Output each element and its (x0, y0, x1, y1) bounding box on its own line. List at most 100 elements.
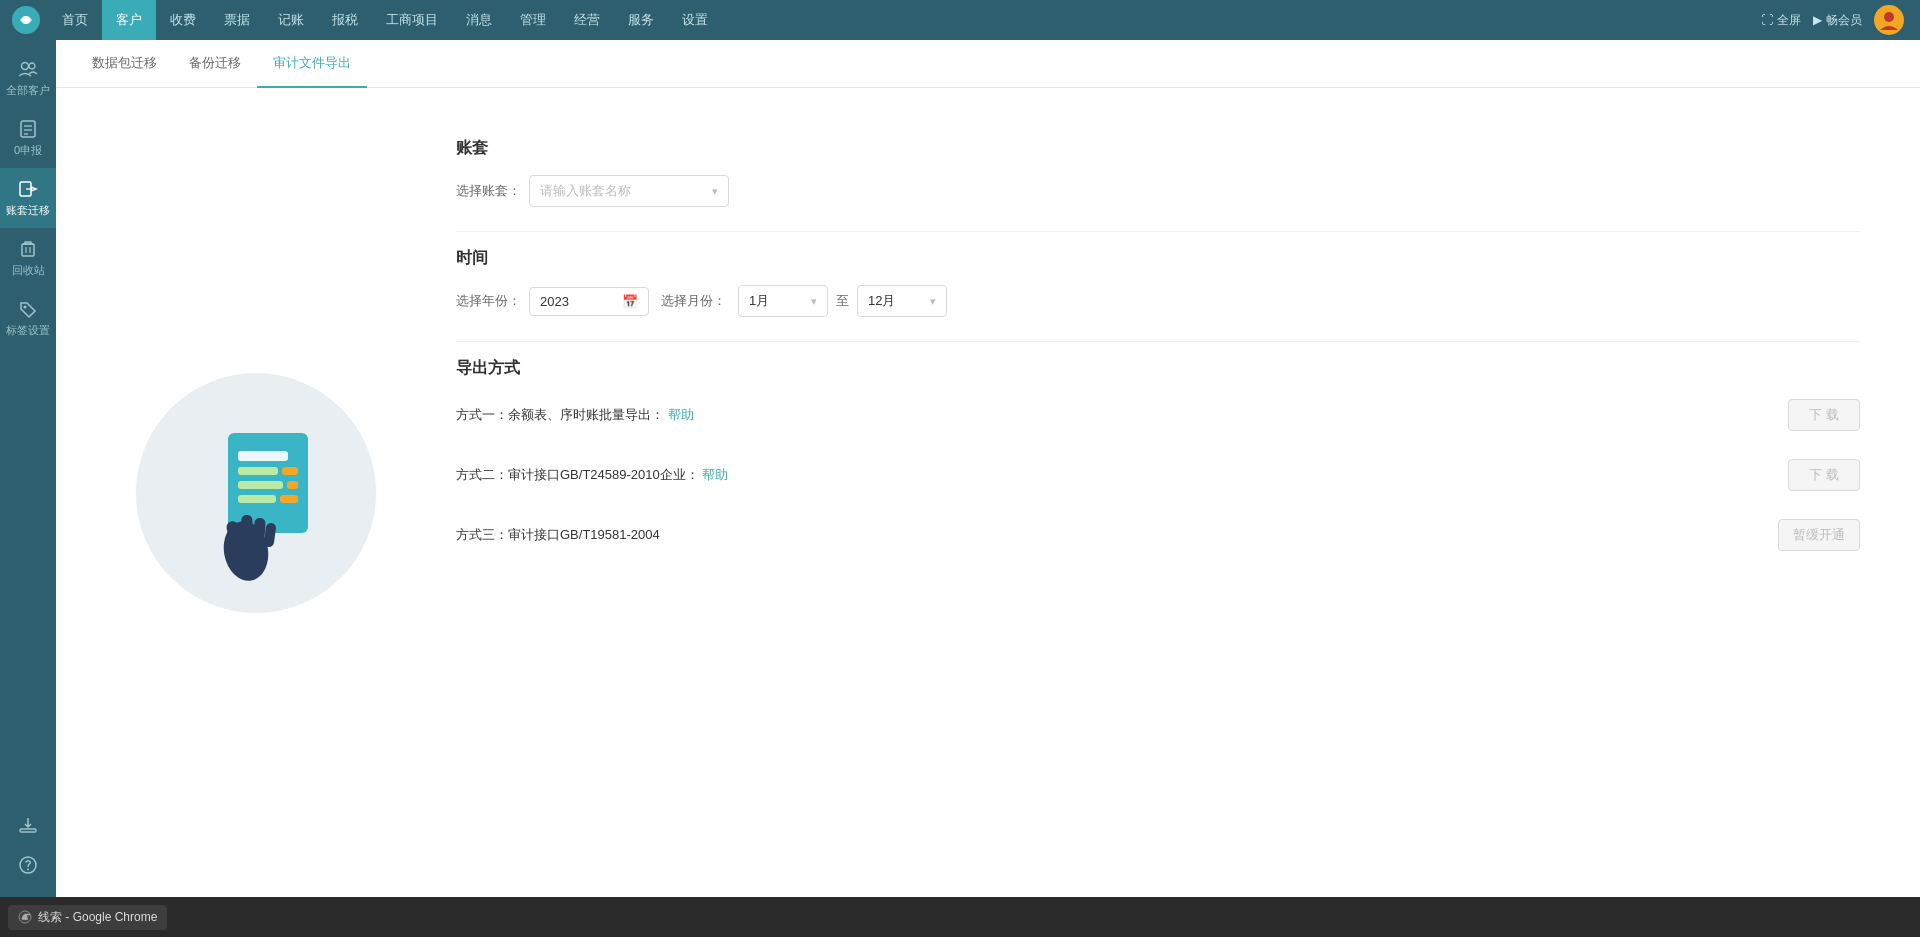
sidebar-download-button[interactable] (0, 805, 56, 845)
svg-point-17 (27, 869, 29, 871)
method-row-3: 方式三：审计接口GB/T19581-2004 暂缓开通 (456, 519, 1860, 551)
sidebar-label-zero-report: 0申报 (14, 143, 42, 158)
tab-data-migration[interactable]: 数据包迁移 (76, 40, 173, 88)
account-select-label: 选择账套： (456, 182, 521, 200)
method-1-help-link[interactable]: 帮助 (668, 407, 694, 422)
svg-rect-29 (253, 517, 265, 546)
sidebar: 全部客户 0申报 账套迁移 (0, 40, 56, 897)
method-3-label: 方式三：审计接口GB/T19581-2004 (456, 526, 1778, 544)
svg-point-14 (24, 306, 27, 309)
nav-settings[interactable]: 设置 (668, 0, 722, 40)
to-text: 至 (836, 292, 849, 310)
nav-business[interactable]: 工商项目 (372, 0, 452, 40)
method-1-download-button[interactable]: 下 载 (1788, 399, 1860, 431)
sidebar-label-tag-settings: 标签设置 (6, 323, 50, 338)
app-logo[interactable] (8, 2, 44, 38)
svg-rect-21 (282, 467, 298, 475)
method-2-label: 方式二：审计接口GB/T24589-2010企业： 帮助 (456, 466, 1788, 484)
svg-rect-25 (280, 495, 298, 503)
time-section-title: 时间 (456, 248, 1860, 269)
method-3-text: 方式三：审计接口GB/T19581-2004 (456, 527, 660, 542)
nav-items: 首页 客户 收费 票据 记账 报税 工商项目 消息 管理 经营 服务 设置 (48, 0, 1761, 40)
svg-rect-19 (238, 451, 288, 461)
year-label: 选择年份： (456, 292, 521, 310)
svg-point-4 (29, 63, 35, 69)
tab-audit-export[interactable]: 审计文件导出 (257, 40, 367, 88)
illustration-area (116, 128, 396, 857)
taskbar-chrome-item[interactable]: 线索 - Google Chrome (8, 905, 167, 930)
divider-2 (456, 341, 1860, 342)
member-icon: ▶ (1813, 13, 1822, 27)
svg-rect-11 (22, 244, 34, 256)
nav-client[interactable]: 客户 (102, 0, 156, 40)
chevron-down-icon-month: ▾ (811, 295, 817, 308)
audit-illustration (176, 403, 336, 583)
svg-rect-22 (238, 481, 283, 489)
nav-operation[interactable]: 经营 (560, 0, 614, 40)
divider-1 (456, 231, 1860, 232)
method-1-label: 方式一：余额表、序时账批量导出： 帮助 (456, 406, 1788, 424)
account-row: 选择账套： 请输入账套名称 ▾ (456, 175, 1860, 207)
nav-tax[interactable]: 报税 (318, 0, 372, 40)
sidebar-label-recycle: 回收站 (12, 263, 45, 278)
method-2-text: 方式二：审计接口GB/T24589-2010企业： (456, 467, 699, 482)
account-migrate-icon (17, 178, 39, 200)
sidebar-help-button[interactable] (0, 845, 56, 885)
month-label: 选择月份： (661, 292, 726, 310)
avatar[interactable] (1874, 5, 1904, 35)
page-content: 账套 选择账套： 请输入账套名称 ▾ 时间 选择年份： 2023 📅 (56, 88, 1920, 897)
sidebar-item-account-migrate[interactable]: 账套迁移 (0, 168, 56, 228)
method-3-coming-soon-button[interactable]: 暂缓开通 (1778, 519, 1860, 551)
method-2-help-link[interactable]: 帮助 (702, 467, 728, 482)
sidebar-item-recycle[interactable]: 回收站 (0, 228, 56, 288)
chevron-down-icon-month-end: ▾ (930, 295, 936, 308)
sidebar-label-all-clients: 全部客户 (6, 83, 50, 98)
nav-billing[interactable]: 收费 (156, 0, 210, 40)
sidebar-item-all-clients[interactable]: 全部客户 (0, 48, 56, 108)
top-navigation: 首页 客户 收费 票据 记账 报税 工商项目 消息 管理 经营 服务 设置 ⛶ … (0, 0, 1920, 40)
svg-rect-23 (287, 481, 298, 489)
nav-bookkeeping[interactable]: 记账 (264, 0, 318, 40)
svg-point-1 (22, 16, 30, 24)
account-select-placeholder: 请输入账套名称 (540, 182, 631, 200)
calendar-icon: 📅 (622, 294, 638, 309)
nav-invoice[interactable]: 票据 (210, 0, 264, 40)
month-start-value: 1月 (749, 292, 769, 310)
year-value: 2023 (540, 294, 569, 309)
nav-home[interactable]: 首页 (48, 0, 102, 40)
main-layout: 全部客户 0申报 账套迁移 (0, 40, 1920, 897)
svg-rect-15 (20, 829, 36, 832)
top-right-area: ⛶ 全屏 ▶ 畅会员 (1761, 5, 1920, 35)
tabs-bar: 数据包迁移 备份迁移 审计文件导出 (56, 40, 1920, 88)
chevron-down-icon: ▾ (712, 185, 718, 198)
content-area: 数据包迁移 备份迁移 审计文件导出 (56, 40, 1920, 897)
taskbar: 线索 - Google Chrome (0, 897, 1920, 937)
tab-backup-migration[interactable]: 备份迁移 (173, 40, 257, 88)
account-section-title: 账套 (456, 138, 1860, 159)
year-select[interactable]: 2023 📅 (529, 287, 649, 316)
all-clients-icon (17, 58, 39, 80)
member-button[interactable]: ▶ 畅会员 (1813, 12, 1862, 29)
sidebar-item-tag-settings[interactable]: 标签设置 (0, 288, 56, 348)
fullscreen-button[interactable]: ⛶ 全屏 (1761, 12, 1801, 29)
time-row: 选择年份： 2023 📅 选择月份： 1月 ▾ 至 12月 ▾ (456, 285, 1860, 317)
zero-report-icon (17, 118, 39, 140)
method-row-2: 方式二：审计接口GB/T24589-2010企业： 帮助 下 载 (456, 459, 1860, 491)
sidebar-item-zero-report[interactable]: 0申报 (0, 108, 56, 168)
nav-manage[interactable]: 管理 (506, 0, 560, 40)
fullscreen-icon: ⛶ (1761, 13, 1773, 27)
month-end-value: 12月 (868, 292, 895, 310)
chrome-icon (18, 910, 32, 924)
svg-point-3 (22, 63, 29, 70)
account-select[interactable]: 请输入账套名称 ▾ (529, 175, 729, 207)
method-2-download-button[interactable]: 下 载 (1788, 459, 1860, 491)
nav-message[interactable]: 消息 (452, 0, 506, 40)
method-row-1: 方式一：余额表、序时账批量导出： 帮助 下 载 (456, 399, 1860, 431)
sidebar-bottom (0, 805, 56, 897)
month-end-select[interactable]: 12月 ▾ (857, 285, 947, 317)
month-start-select[interactable]: 1月 ▾ (738, 285, 828, 317)
sidebar-label-account-migrate: 账套迁移 (6, 203, 50, 218)
nav-service[interactable]: 服务 (614, 0, 668, 40)
tag-settings-icon (17, 298, 39, 320)
svg-rect-24 (238, 495, 276, 503)
